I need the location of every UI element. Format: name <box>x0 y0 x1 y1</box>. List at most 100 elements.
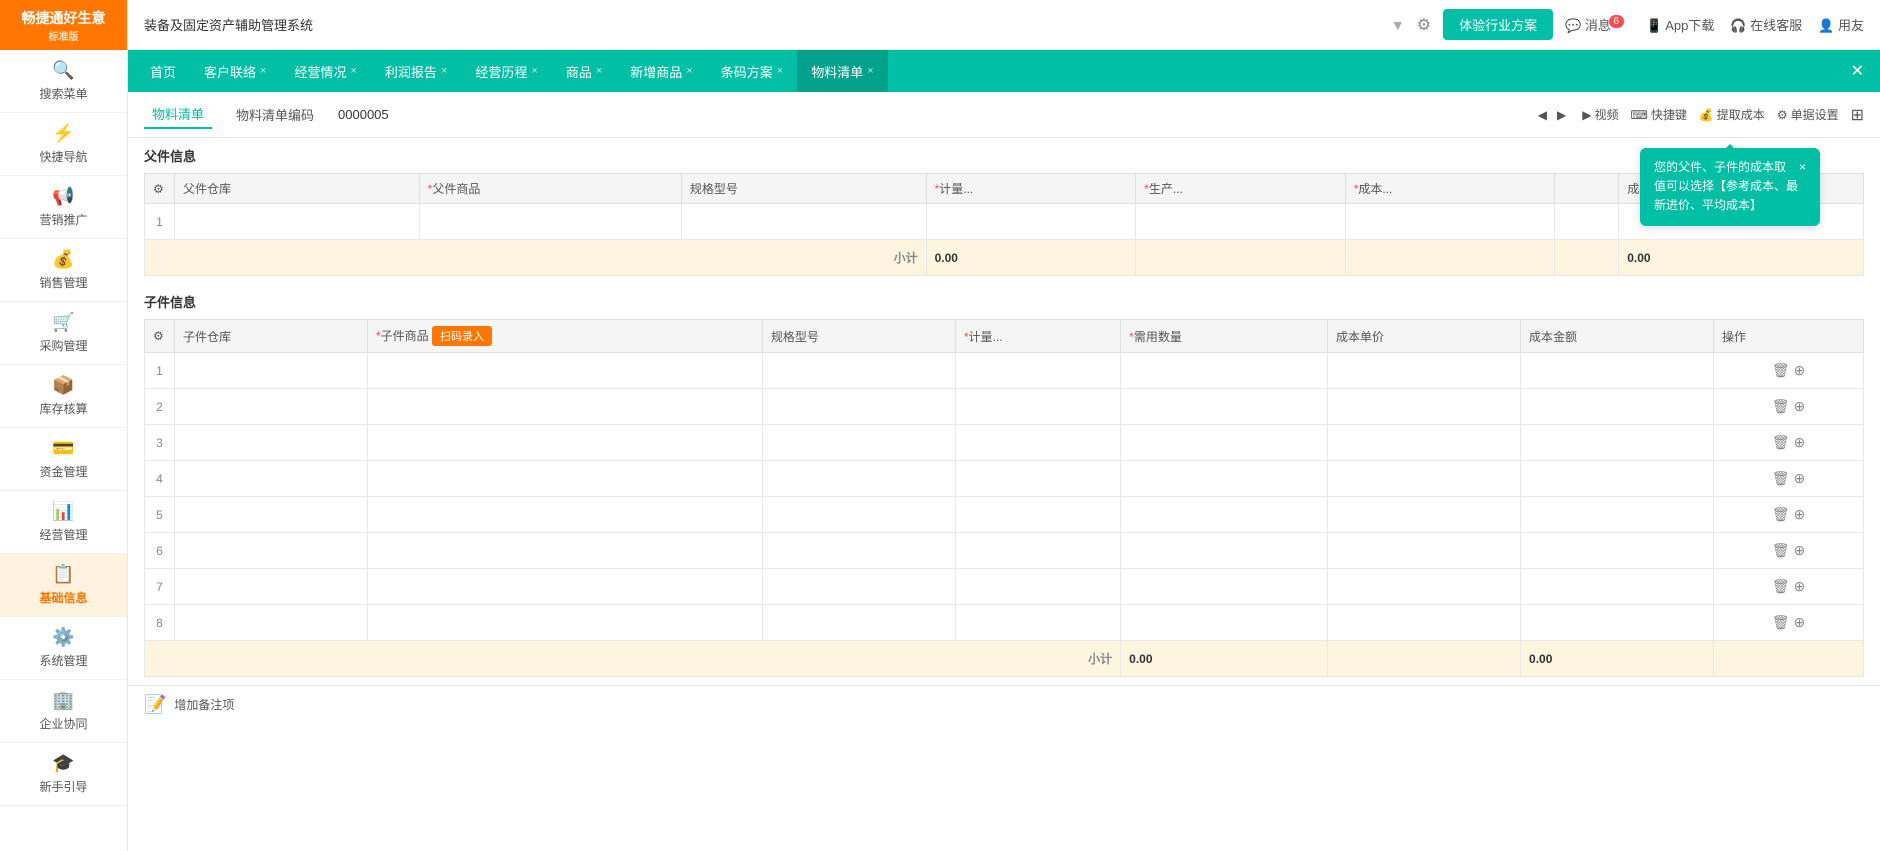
delete-icon-2[interactable]: 🗑 <box>1772 398 1790 415</box>
child-spec-8[interactable] <box>762 605 955 641</box>
parent-qty-cell[interactable] <box>926 204 1136 240</box>
sidebar-item-guide[interactable]: 🎓新手引导 <box>0 743 127 806</box>
navtab-close-7[interactable]: × <box>867 65 873 77</box>
nav-next-icon[interactable]: ▶ <box>1553 106 1570 124</box>
navtab-4[interactable]: 商品 × <box>552 50 616 92</box>
sub-tab-bill[interactable]: 物料清单 <box>144 100 212 129</box>
delete-icon-5[interactable]: 🗑 <box>1772 506 1790 523</box>
app-download-item[interactable]: 📱 App下载 <box>1646 15 1714 34</box>
navtab-2[interactable]: 利润报告 × <box>371 50 461 92</box>
child-warehouse-1[interactable] <box>175 353 368 389</box>
child-req-qty-1[interactable] <box>1121 353 1328 389</box>
parent-spec-cell[interactable] <box>681 204 926 240</box>
child-goods-3[interactable] <box>368 425 763 461</box>
child-goods-8[interactable] <box>368 605 763 641</box>
parent-warehouse-cell[interactable] <box>175 204 420 240</box>
child-cost-amount-8[interactable] <box>1521 605 1714 641</box>
delete-icon-3[interactable]: 🗑 <box>1772 434 1790 451</box>
navtab-5[interactable]: 新增商品 × <box>616 50 706 92</box>
child-cost-unit-8[interactable] <box>1328 605 1521 641</box>
child-spec-5[interactable] <box>762 497 955 533</box>
child-cost-amount-3[interactable] <box>1521 425 1714 461</box>
child-cost-unit-6[interactable] <box>1328 533 1521 569</box>
child-cost-amount-5[interactable] <box>1521 497 1714 533</box>
child-goods-2[interactable] <box>368 389 763 425</box>
child-spec-3[interactable] <box>762 425 955 461</box>
sidebar-item-purchase[interactable]: 🛒采购管理 <box>0 302 127 365</box>
child-cost-unit-7[interactable] <box>1328 569 1521 605</box>
child-warehouse-6[interactable] <box>175 533 368 569</box>
sidebar-item-marketing[interactable]: 📢营销推广 <box>0 176 127 239</box>
add-note-icon[interactable]: 📝 <box>144 694 166 715</box>
copy-icon-8[interactable]: ⊕ <box>1794 614 1806 631</box>
child-spec-4[interactable] <box>762 461 955 497</box>
child-cost-unit-3[interactable] <box>1328 425 1521 461</box>
copy-icon-7[interactable]: ⊕ <box>1794 578 1806 595</box>
child-goods-1[interactable] <box>368 353 763 389</box>
navtab-0[interactable]: 客户联络 × <box>190 50 280 92</box>
experience-button[interactable]: 体验行业方案 <box>1443 9 1553 40</box>
child-cost-unit-2[interactable] <box>1328 389 1521 425</box>
child-req-qty-2[interactable] <box>1121 389 1328 425</box>
navtab-7[interactable]: 物料清单 × <box>797 50 887 92</box>
parent-goods-cell[interactable] <box>419 204 681 240</box>
child-spec-7[interactable] <box>762 569 955 605</box>
child-cost-amount-1[interactable] <box>1521 353 1714 389</box>
view-action[interactable]: ▶ 视频 <box>1582 106 1618 123</box>
online-service-item[interactable]: 🎧 在线客服 <box>1730 15 1802 34</box>
child-warehouse-5[interactable] <box>175 497 368 533</box>
parent-settings-icon[interactable]: ⚙ <box>153 182 164 196</box>
navtab-close-3[interactable]: × <box>531 65 537 77</box>
copy-icon-2[interactable]: ⊕ <box>1794 398 1806 415</box>
child-cost-unit-5[interactable] <box>1328 497 1521 533</box>
child-req-qty-5[interactable] <box>1121 497 1328 533</box>
child-goods-6[interactable] <box>368 533 763 569</box>
copy-icon-5[interactable]: ⊕ <box>1794 506 1806 523</box>
child-qty-unit-4[interactable] <box>955 461 1120 497</box>
settings-icon[interactable]: ⚙ <box>1417 15 1431 35</box>
sidebar-item-search[interactable]: 🔍搜索菜单 <box>0 50 127 113</box>
child-cost-amount-7[interactable] <box>1521 569 1714 605</box>
get-cost-action[interactable]: 💰 提取成本 <box>1699 106 1765 123</box>
sidebar-item-inventory[interactable]: 📦库存核算 <box>0 365 127 428</box>
parent-cost-cell[interactable] <box>1345 204 1555 240</box>
navtab-1[interactable]: 经营情况 × <box>280 50 370 92</box>
copy-icon-6[interactable]: ⊕ <box>1794 542 1806 559</box>
navtab-close-6[interactable]: × <box>777 65 783 77</box>
sidebar-item-quick-nav[interactable]: ⚡快捷导航 <box>0 113 127 176</box>
copy-icon-3[interactable]: ⊕ <box>1794 434 1806 451</box>
system-dropdown-icon[interactable]: ▼ <box>1391 17 1405 33</box>
child-goods-5[interactable] <box>368 497 763 533</box>
child-goods-7[interactable] <box>368 569 763 605</box>
child-warehouse-7[interactable] <box>175 569 368 605</box>
close-all-tabs-icon[interactable]: ✕ <box>1843 61 1872 81</box>
copy-icon-4[interactable]: ⊕ <box>1794 470 1806 487</box>
tab-home[interactable]: 首页 <box>136 50 190 92</box>
child-cost-unit-1[interactable] <box>1328 353 1521 389</box>
sidebar-item-system[interactable]: ⚙️系统管理 <box>0 617 127 680</box>
nav-prev-icon[interactable]: ◀ <box>1534 106 1551 124</box>
copy-icon-1[interactable]: ⊕ <box>1794 362 1806 379</box>
child-req-qty-4[interactable] <box>1121 461 1328 497</box>
tooltip-close-icon[interactable]: × <box>1799 158 1806 177</box>
layout-grid-icon[interactable]: ⊞ <box>1851 105 1864 125</box>
child-warehouse-3[interactable] <box>175 425 368 461</box>
delete-icon-6[interactable]: 🗑 <box>1772 542 1790 559</box>
parent-produce-cell[interactable] <box>1136 204 1346 240</box>
child-qty-unit-6[interactable] <box>955 533 1120 569</box>
scan-input-button[interactable]: 扫码录入 <box>432 326 492 346</box>
child-qty-unit-8[interactable] <box>955 605 1120 641</box>
child-cost-amount-4[interactable] <box>1521 461 1714 497</box>
child-req-qty-8[interactable] <box>1121 605 1328 641</box>
child-warehouse-8[interactable] <box>175 605 368 641</box>
child-spec-6[interactable] <box>762 533 955 569</box>
delete-icon-4[interactable]: 🗑 <box>1772 470 1790 487</box>
child-goods-4[interactable] <box>368 461 763 497</box>
child-req-qty-3[interactable] <box>1121 425 1328 461</box>
sidebar-item-finance[interactable]: 💳资金管理 <box>0 428 127 491</box>
child-cost-amount-6[interactable] <box>1521 533 1714 569</box>
delete-icon-1[interactable]: 🗑 <box>1772 362 1790 379</box>
child-warehouse-4[interactable] <box>175 461 368 497</box>
navtab-close-2[interactable]: × <box>441 65 447 77</box>
navtab-close-1[interactable]: × <box>350 65 356 77</box>
